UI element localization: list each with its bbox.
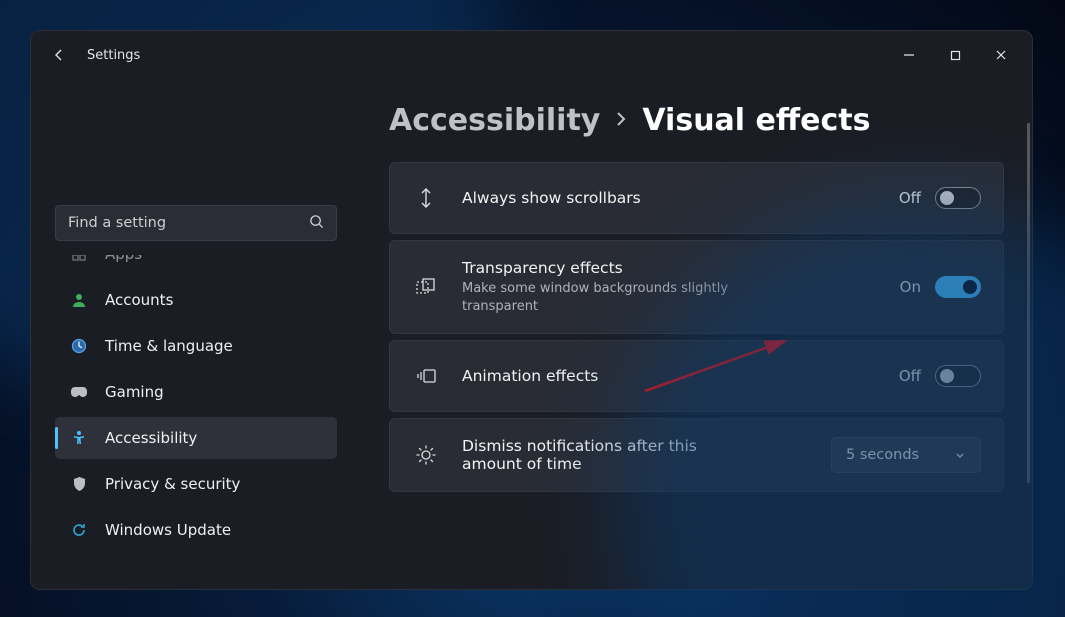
setting-title: Transparency effects [462,259,878,277]
sidebar-item-privacy-security[interactable]: Privacy & security [55,463,337,505]
globe-clock-icon [69,338,89,354]
shield-icon [69,476,89,492]
accessibility-icon [69,430,89,446]
scrollbars-toggle[interactable] [935,187,981,209]
setting-animation-effects: Animation effects Off [389,340,1004,412]
sidebar-item-gaming[interactable]: Gaming [55,371,337,413]
nav-list[interactable]: Apps Accounts Time & language [55,255,337,573]
sidebar-item-label: Windows Update [105,521,231,539]
toggle-state-label: Off [899,367,921,385]
animation-toggle[interactable] [935,365,981,387]
setting-always-show-scrollbars: Always show scrollbars Off [389,162,1004,234]
page-title: Visual effects [642,103,870,138]
back-arrow-icon [51,47,67,63]
maximize-button[interactable] [932,39,978,71]
main-content: Accessibility Visual effects Always show… [361,79,1032,589]
update-icon [69,522,89,538]
sidebar-item-label: Apps [105,255,142,263]
minimize-icon [903,49,915,61]
chevron-right-icon [614,110,628,132]
animation-icon [412,368,440,384]
search-icon [309,214,324,233]
chevron-down-icon [954,449,966,461]
titlebar: Settings [31,31,1032,79]
search-box[interactable] [55,205,337,241]
person-icon [69,292,89,308]
sidebar-item-label: Privacy & security [105,475,240,493]
scrollbar[interactable] [1027,123,1030,483]
sidebar-item-label: Time & language [105,337,233,355]
setting-transparency-effects: Transparency effects Make some window ba… [389,240,1004,334]
gamepad-icon [69,385,89,399]
transparency-toggle[interactable] [935,276,981,298]
search-input[interactable] [68,215,309,231]
sidebar-item-label: Accessibility [105,429,197,447]
maximize-icon [950,50,961,61]
breadcrumb-parent[interactable]: Accessibility [389,103,600,138]
minimize-button[interactable] [886,39,932,71]
app-title: Settings [87,48,140,63]
breadcrumb: Accessibility Visual effects [389,103,1004,138]
apps-icon [69,255,89,262]
sidebar-item-accessibility[interactable]: Accessibility [55,417,337,459]
close-button[interactable] [978,39,1024,71]
sidebar-item-label: Accounts [105,291,173,309]
sidebar-item-accounts[interactable]: Accounts [55,279,337,321]
sidebar-item-apps[interactable]: Apps [55,255,337,275]
transparency-icon [412,277,440,297]
sidebar-item-time-language[interactable]: Time & language [55,325,337,367]
close-icon [995,49,1007,61]
setting-title: Dismiss notifications after this amount … [462,437,722,473]
toggle-state-label: On [900,278,921,296]
toggle-state-label: Off [899,189,921,207]
dropdown-value: 5 seconds [846,447,919,463]
setting-description: Make some window backgrounds slightly tr… [462,280,762,315]
settings-window: Settings [30,30,1033,590]
brightness-icon [412,444,440,466]
setting-title: Animation effects [462,367,877,385]
dismiss-time-dropdown[interactable]: 5 seconds [831,437,981,473]
back-button[interactable] [39,35,79,75]
setting-title: Always show scrollbars [462,189,877,207]
setting-dismiss-notifications: Dismiss notifications after this amount … [389,418,1004,492]
sidebar-item-windows-update[interactable]: Windows Update [55,509,337,551]
sidebar-item-label: Gaming [105,383,164,401]
sidebar: Apps Accounts Time & language [31,79,361,589]
annotation-arrow [637,331,797,401]
scrollbar-icon [412,187,440,209]
